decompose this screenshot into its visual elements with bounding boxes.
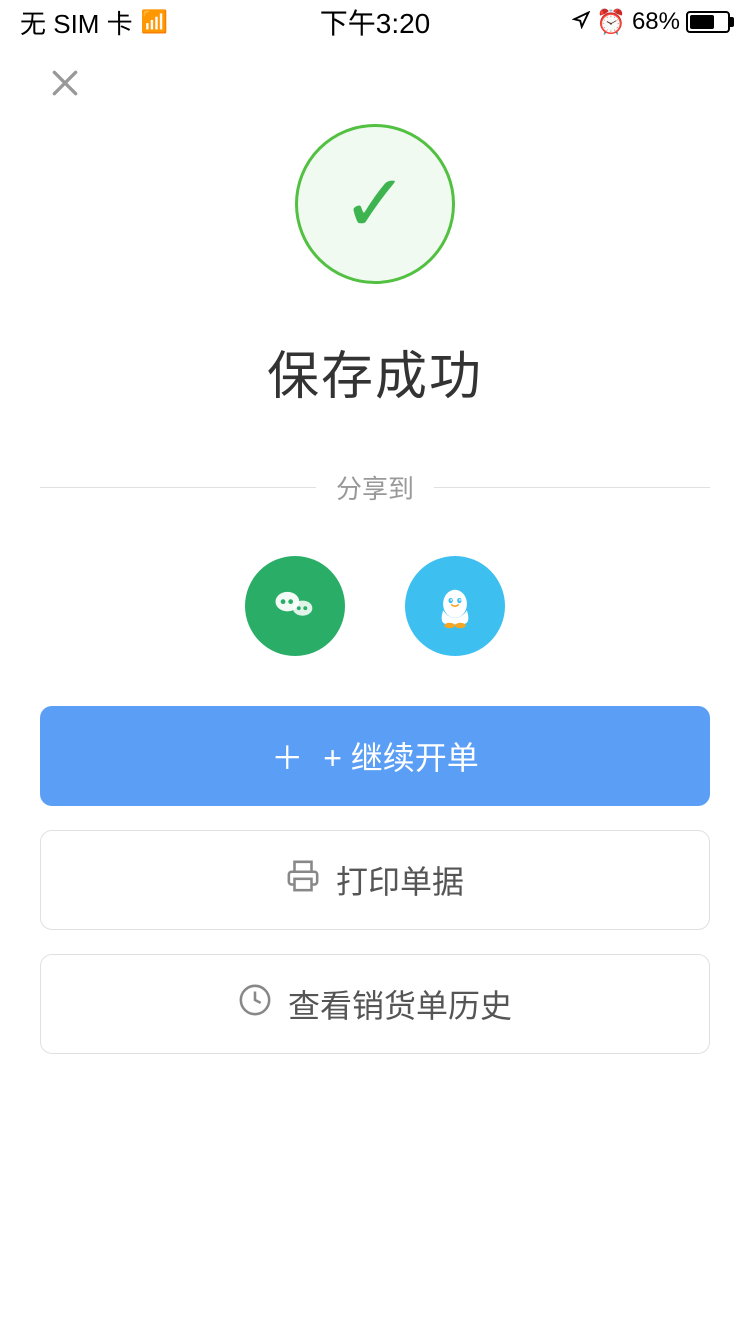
main-content: ✓ 保存成功 分享到	[0, 44, 750, 1054]
sim-status: 无 SIM 卡	[20, 4, 133, 41]
wifi-icon: 📶	[141, 9, 168, 35]
print-label: 打印单据	[336, 857, 464, 903]
share-section: 分享到	[0, 469, 750, 656]
location-icon	[572, 8, 590, 36]
print-icon	[286, 859, 320, 901]
plus-icon: ＋	[271, 733, 303, 779]
share-divider: 分享到	[40, 469, 710, 506]
success-circle: ✓	[295, 124, 455, 284]
qq-share-button[interactable]	[405, 556, 505, 656]
status-right: ⏰ 68%	[572, 8, 730, 37]
print-button[interactable]: 打印单据	[40, 830, 710, 930]
history-button[interactable]: 查看销货单历史	[40, 954, 710, 1054]
success-title: 保存成功	[267, 334, 483, 409]
status-time: 下午3:20	[320, 2, 431, 42]
history-label: 查看销货单历史	[288, 981, 512, 1027]
alarm-icon: ⏰	[596, 8, 626, 37]
actions: ＋ + 继续开单 打印单据 查看销货单历史	[0, 706, 750, 1054]
continue-label: + 继续开单	[323, 733, 479, 779]
status-left: 无 SIM 卡 📶	[20, 4, 168, 41]
share-icons	[40, 556, 710, 656]
close-button[interactable]	[40, 58, 90, 108]
share-label: 分享到	[336, 469, 414, 506]
status-bar: 无 SIM 卡 📶 下午3:20 ⏰ 68%	[0, 0, 750, 44]
wechat-share-button[interactable]	[245, 556, 345, 656]
battery-bar	[686, 11, 730, 33]
history-icon	[238, 983, 272, 1025]
battery-percent: 68%	[632, 8, 680, 36]
battery-fill	[690, 15, 714, 29]
checkmark-icon: ✓	[341, 164, 408, 244]
continue-button[interactable]: ＋ + 继续开单	[40, 706, 710, 806]
